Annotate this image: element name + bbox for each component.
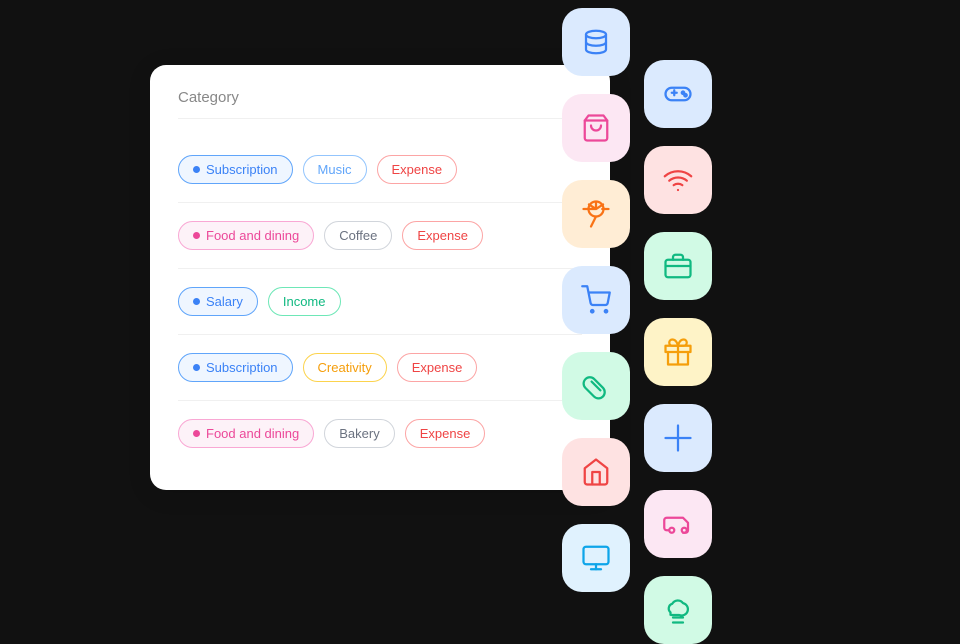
gamepad-icon[interactable]	[644, 60, 712, 128]
monitor-icon[interactable]	[562, 524, 630, 592]
category-row-1: Subscription Music Expense	[178, 137, 582, 203]
icons-column-right	[644, 0, 712, 644]
category-row-5: Food and dining Bakery Expense	[178, 401, 582, 466]
tag-bakery[interactable]: Bakery	[324, 419, 394, 448]
category-card: Category Subscription Music Expense Food…	[150, 65, 610, 490]
category-row-3: Salary Income	[178, 269, 582, 335]
medical-icon[interactable]	[644, 404, 712, 472]
tag-dot	[193, 232, 200, 239]
tag-subscription-2[interactable]: Subscription	[178, 353, 293, 382]
category-row-4: Subscription Creativity Expense	[178, 335, 582, 401]
tag-expense-4[interactable]: Expense	[405, 419, 486, 448]
card-title: Category	[178, 89, 582, 119]
tag-subscription-1[interactable]: Subscription	[178, 155, 293, 184]
main-container: Category Subscription Music Expense Food…	[0, 0, 960, 640]
shopping-bag-icon[interactable]	[562, 94, 630, 162]
tag-music[interactable]: Music	[303, 155, 367, 184]
database-icon[interactable]	[562, 8, 630, 76]
home-icon[interactable]	[562, 438, 630, 506]
tag-expense-1[interactable]: Expense	[377, 155, 458, 184]
tag-dot	[193, 166, 200, 173]
tag-dot	[193, 430, 200, 437]
icons-column-left	[562, 0, 630, 592]
wifi-icon[interactable]	[644, 146, 712, 214]
briefcase-icon[interactable]	[644, 232, 712, 300]
tag-food-1[interactable]: Food and dining	[178, 221, 314, 250]
tag-coffee[interactable]: Coffee	[324, 221, 392, 250]
car-icon[interactable]	[644, 490, 712, 558]
tag-dot	[193, 298, 200, 305]
tag-income[interactable]: Income	[268, 287, 341, 316]
pill-icon[interactable]	[562, 352, 630, 420]
tag-creativity[interactable]: Creativity	[303, 353, 387, 382]
tag-salary[interactable]: Salary	[178, 287, 258, 316]
cart-icon[interactable]	[562, 266, 630, 334]
tag-expense-2[interactable]: Expense	[402, 221, 483, 250]
tag-dot	[193, 364, 200, 371]
chef-icon[interactable]	[644, 576, 712, 644]
category-row-2: Food and dining Coffee Expense	[178, 203, 582, 269]
gift-icon[interactable]	[644, 318, 712, 386]
tag-expense-3[interactable]: Expense	[397, 353, 478, 382]
umbrella-beach-icon[interactable]	[562, 180, 630, 248]
tag-food-2[interactable]: Food and dining	[178, 419, 314, 448]
